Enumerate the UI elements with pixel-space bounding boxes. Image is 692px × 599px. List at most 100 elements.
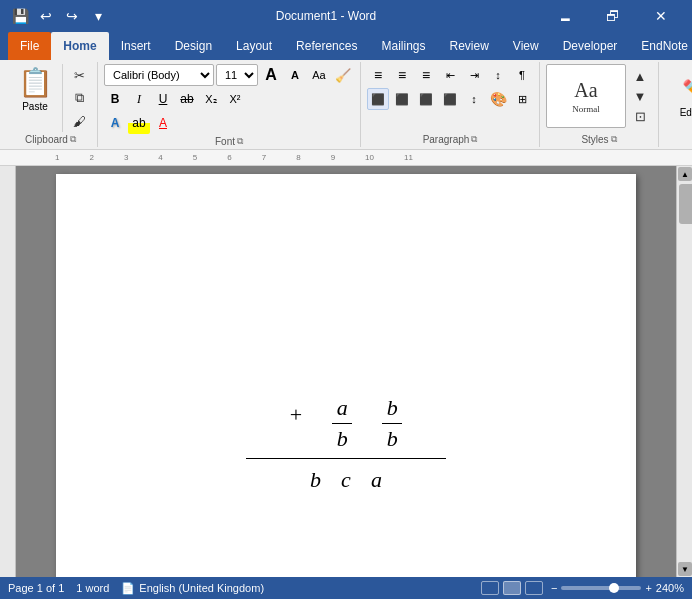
close-button[interactable]: ✕: [638, 0, 684, 32]
zoom-level[interactable]: 240%: [656, 582, 684, 594]
zoom-thumb[interactable]: [609, 583, 619, 593]
document-page[interactable]: + a b b b b c: [56, 174, 636, 577]
math-equation: + a b b b b c: [246, 395, 446, 493]
font-size-select[interactable]: 11: [216, 64, 258, 86]
styles-label: Styles ⧉: [581, 132, 616, 145]
paragraph-rows: ≡ ≡ ≡ ⇤ ⇥ ↕ ¶ ⬛ ⬛ ⬛ ⬛ ↕ 🎨 ⊞: [367, 64, 533, 110]
minimize-button[interactable]: 🗕: [542, 0, 588, 32]
scroll-thumb[interactable]: [679, 184, 692, 224]
tab-design[interactable]: Design: [163, 32, 224, 60]
font-name-select[interactable]: Calibri (Body): [104, 64, 214, 86]
subscript-button[interactable]: X₂: [200, 88, 222, 110]
tab-references[interactable]: References: [284, 32, 369, 60]
editing-button[interactable]: ✏️ Editing: [665, 64, 692, 132]
scroll-area[interactable]: + a b b b b c: [16, 166, 676, 577]
tab-insert[interactable]: Insert: [109, 32, 163, 60]
math-result-row: b c a: [310, 467, 382, 493]
clipboard-expand[interactable]: ⧉: [70, 134, 76, 145]
paste-button[interactable]: 📋 Paste: [10, 64, 60, 114]
font-rows: Calibri (Body) 11 A A Aa 🧹 B I U ab X₂: [104, 64, 354, 134]
clipboard-content: 📋 Paste ✂ ⧉ 🖌: [10, 64, 91, 132]
ruler: 1 2 3 4 5 6 7 8 9 10 11: [0, 150, 692, 166]
document-area: + a b b b b c: [0, 166, 692, 577]
clipboard-label: Clipboard ⧉: [25, 132, 76, 145]
frac2-num: b: [387, 395, 398, 421]
font-expand[interactable]: ⧉: [237, 136, 243, 147]
copy-button[interactable]: ⧉: [67, 87, 91, 109]
tab-developer[interactable]: Developer: [551, 32, 630, 60]
bullets-button[interactable]: ≡: [367, 64, 389, 86]
highlight-button[interactable]: ab: [128, 112, 150, 134]
multilevel-button[interactable]: ≡: [415, 64, 437, 86]
undo-button[interactable]: ↩: [34, 4, 58, 28]
math-numerator-row: + a b b b: [290, 395, 402, 452]
result-b: b: [310, 467, 321, 493]
redo-button[interactable]: ↪: [60, 4, 84, 28]
shading-button[interactable]: 🎨: [487, 88, 509, 110]
restore-button[interactable]: 🗗: [590, 0, 636, 32]
numbering-button[interactable]: ≡: [391, 64, 413, 86]
decrease-indent-button[interactable]: ⇤: [439, 64, 461, 86]
zoom-plus-button[interactable]: +: [645, 582, 651, 594]
paste-label: Paste: [22, 101, 48, 112]
align-right-button[interactable]: ⬛: [415, 88, 437, 110]
paragraph-content: ≡ ≡ ≡ ⇤ ⇥ ↕ ¶ ⬛ ⬛ ⬛ ⬛ ↕ 🎨 ⊞: [367, 64, 533, 132]
change-case-button[interactable]: Aa: [308, 64, 330, 86]
scroll-down-button[interactable]: ▼: [678, 562, 692, 576]
clipboard-right: ✂ ⧉ 🖌: [62, 64, 91, 132]
show-marks-button[interactable]: ¶: [511, 64, 533, 86]
tab-layout[interactable]: Layout: [224, 32, 284, 60]
zoom-minus-button[interactable]: −: [551, 582, 557, 594]
styles-expand[interactable]: ⧉: [611, 134, 617, 145]
right-scrollbar[interactable]: ▲ ▼: [676, 166, 692, 577]
styles-expand-button[interactable]: ⊡: [628, 106, 652, 126]
cut-button[interactable]: ✂: [67, 64, 91, 86]
clear-formatting-button[interactable]: 🧹: [332, 64, 354, 86]
read-mode-button[interactable]: [481, 581, 499, 595]
tab-mailings[interactable]: Mailings: [369, 32, 437, 60]
increase-indent-button[interactable]: ⇥: [463, 64, 485, 86]
tab-view[interactable]: View: [501, 32, 551, 60]
align-center-button[interactable]: ⬛: [391, 88, 413, 110]
styles-preview[interactable]: Aa Normal: [546, 64, 626, 128]
scroll-up-button[interactable]: ▲: [678, 167, 692, 181]
styles-content: Aa Normal ▲ ▼ ⊡: [546, 64, 652, 132]
sort-button[interactable]: ↕: [487, 64, 509, 86]
web-layout-button[interactable]: [525, 581, 543, 595]
shrink-font-button[interactable]: A: [284, 64, 306, 86]
tab-home[interactable]: Home: [51, 32, 108, 60]
styles-group: Aa Normal ▲ ▼ ⊡ Styles ⧉: [540, 62, 659, 147]
borders-button[interactable]: ⊞: [511, 88, 533, 110]
para-row-2: ⬛ ⬛ ⬛ ⬛ ↕ 🎨 ⊞: [367, 88, 533, 110]
ribbon-tabs: File Home Insert Design Layout Reference…: [0, 32, 692, 60]
title-bar-controls: 🗕 🗗 ✕: [542, 0, 684, 32]
grow-font-button[interactable]: A: [260, 64, 282, 86]
superscript-button[interactable]: X²: [224, 88, 246, 110]
italic-button[interactable]: I: [128, 88, 150, 110]
print-layout-button[interactable]: [503, 581, 521, 595]
styles-down-button[interactable]: ▼: [628, 86, 652, 106]
save-button[interactable]: 💾: [8, 4, 32, 28]
bold-button[interactable]: B: [104, 88, 126, 110]
text-effects-button[interactable]: A: [104, 112, 126, 134]
customize-button[interactable]: ▾: [86, 4, 110, 28]
font-color-button[interactable]: A: [152, 112, 174, 134]
frac1-line: [332, 423, 352, 424]
paragraph-expand[interactable]: ⧉: [471, 134, 477, 145]
tab-file[interactable]: File: [8, 32, 51, 60]
tab-review[interactable]: Review: [437, 32, 500, 60]
font-group: Calibri (Body) 11 A A Aa 🧹 B I U ab X₂: [98, 62, 361, 147]
strikethrough-button[interactable]: ab: [176, 88, 198, 110]
ribbon: 📋 Paste ✂ ⧉ 🖌 Clipboard ⧉ Calibri (Body): [0, 60, 692, 150]
underline-button[interactable]: U: [152, 88, 174, 110]
line-spacing-button[interactable]: ↕: [463, 88, 485, 110]
styles-up-button[interactable]: ▲: [628, 66, 652, 86]
zoom-slider[interactable]: [561, 586, 641, 590]
align-left-button[interactable]: ⬛: [367, 88, 389, 110]
format-painter-button[interactable]: 🖌: [67, 110, 91, 132]
window-title: Document1 - Word: [110, 9, 542, 23]
editing-group: ✏️ Editing x: [659, 62, 692, 147]
justify-button[interactable]: ⬛: [439, 88, 461, 110]
editing-content: ✏️ Editing: [665, 64, 692, 132]
tab-endnote[interactable]: EndNote: [629, 32, 692, 60]
